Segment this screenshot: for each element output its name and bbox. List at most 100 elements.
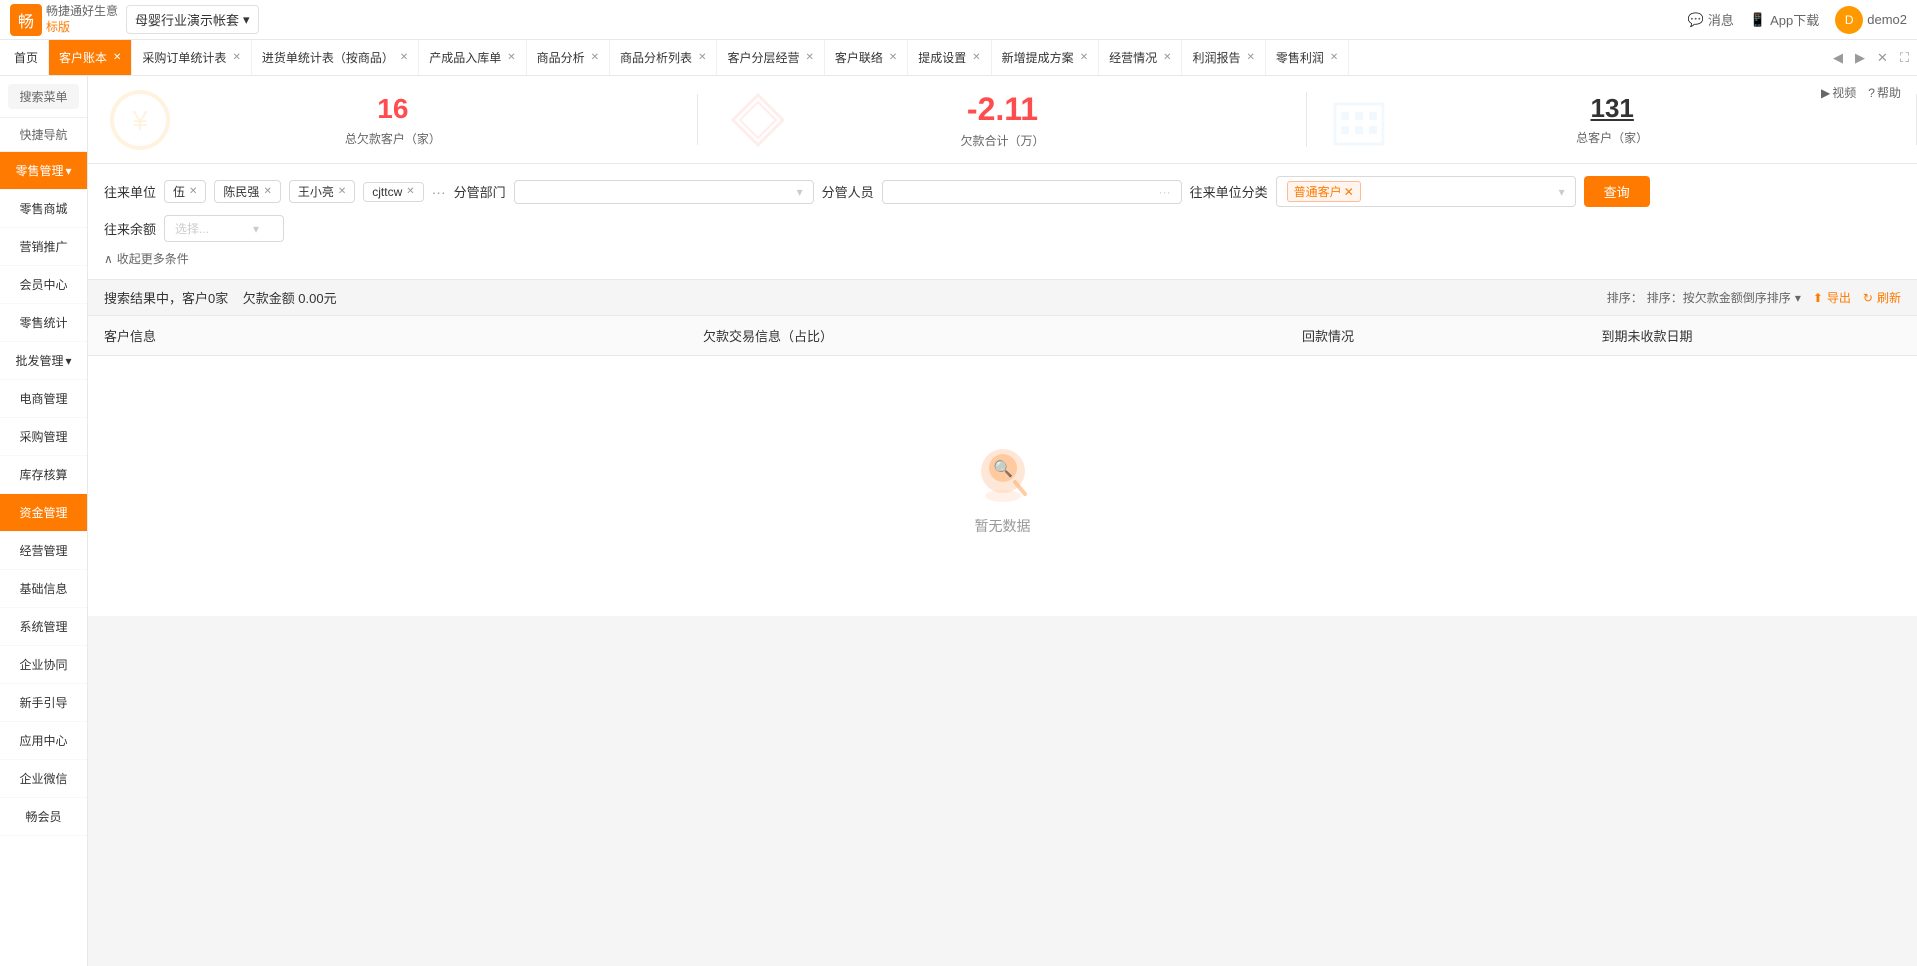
tab-close-icon[interactable]: ✕: [698, 52, 706, 63]
nav-tabs: 首页 客户账本 ✕ 采购订单统计表 ✕ 进货单统计表（按商品） ✕ 产成品入库单…: [0, 40, 1917, 76]
message-button[interactable]: 💬 消息: [1688, 10, 1734, 29]
person-selector[interactable]: ···: [882, 180, 1182, 204]
svg-text:🔍: 🔍: [993, 458, 1013, 478]
tab-customer-connect[interactable]: 客户联络 ✕: [825, 40, 908, 76]
unit-label: 往来单位: [104, 182, 156, 201]
refresh-button[interactable]: ↻ 刷新: [1863, 289, 1901, 306]
tab-close-icon[interactable]: ✕: [805, 52, 813, 63]
tag-close-chen[interactable]: ✕: [263, 186, 271, 197]
filter-tag-chen: 陈民强 ✕: [214, 180, 280, 203]
tab-close-icon[interactable]: ✕: [113, 52, 121, 63]
sidebar-item-wholesale-mgmt[interactable]: 批发管理 ▾: [0, 342, 87, 380]
tag-close-cjttcw[interactable]: ✕: [406, 186, 414, 197]
sidebar-item-basic-info[interactable]: 基础信息: [0, 570, 87, 608]
sidebar-item-member-center[interactable]: 会员中心: [0, 266, 87, 304]
tab-home[interactable]: 首页: [4, 40, 49, 76]
unit-category-selector[interactable]: 普通客户 ✕ ▾: [1276, 176, 1576, 207]
nav-next-icon[interactable]: ▶: [1851, 46, 1869, 70]
sidebar-item-ecommerce-mgmt[interactable]: 电商管理: [0, 380, 87, 418]
nav-close-all-icon[interactable]: ✕: [1873, 46, 1892, 70]
tab-close-icon[interactable]: ✕: [232, 52, 240, 63]
chevron-down-icon: ▾: [65, 164, 71, 178]
empty-state-text: 暂无数据: [975, 516, 1031, 536]
tab-close-icon[interactable]: ✕: [972, 52, 980, 63]
tab-close-icon[interactable]: ✕: [400, 52, 408, 63]
balance-label: 往来余额: [104, 219, 156, 238]
tab-close-icon[interactable]: ✕: [591, 52, 599, 63]
tab-product-analysis-list[interactable]: 商品分析列表 ✕: [610, 40, 717, 76]
sidebar-item-inventory[interactable]: 库存核算: [0, 456, 87, 494]
filter-tag-wu: 伍 ✕: [164, 180, 206, 203]
sidebar-item-enterprise-coop[interactable]: 企业协同: [0, 646, 87, 684]
tab-close-icon[interactable]: ✕: [1080, 52, 1088, 63]
tab-new-achievement[interactable]: 新增提成方案 ✕: [992, 40, 1099, 76]
nav-prev-icon[interactable]: ◀: [1829, 46, 1847, 70]
filter-tag-wang: 王小亮 ✕: [289, 180, 355, 203]
dept-selector[interactable]: ▾: [514, 180, 814, 204]
sidebar-item-marketing[interactable]: 营销推广: [0, 228, 87, 266]
tab-product-in[interactable]: 产成品入库单 ✕: [419, 40, 526, 76]
tab-close-icon[interactable]: ✕: [1247, 52, 1255, 63]
nav-fullscreen-icon[interactable]: ⛶: [1896, 46, 1913, 70]
video-icon: ▶: [1821, 86, 1830, 100]
tab-close-icon[interactable]: ✕: [507, 52, 515, 63]
balance-selector[interactable]: 选择... ▾: [164, 215, 284, 242]
table-header-customer-info: 客户信息: [104, 326, 703, 345]
video-button[interactable]: ▶ 视频: [1821, 84, 1856, 101]
sidebar-item-capital-mgmt[interactable]: 资金管理: [0, 494, 87, 532]
app-download-button[interactable]: 📱 App下载: [1750, 10, 1819, 29]
tab-close-icon[interactable]: ✕: [1163, 52, 1171, 63]
sidebar-item-new-guide[interactable]: 新手引导: [0, 684, 87, 722]
sort-selector[interactable]: 排序： 排序：按欠款金额倒序排序 ▾: [1607, 289, 1801, 306]
tag-close-wu[interactable]: ✕: [189, 186, 197, 197]
tab-prompt-settings[interactable]: 提成设置 ✕: [908, 40, 991, 76]
phone-icon: 📱: [1750, 12, 1766, 28]
table-header-repay-status: 回款情况: [1302, 326, 1602, 345]
query-button[interactable]: 查询: [1584, 176, 1650, 207]
sidebar-quick-nav[interactable]: 快捷导航: [0, 118, 87, 152]
store-selector[interactable]: 母婴行业演示帐套 ▾: [126, 5, 259, 34]
collapse-button[interactable]: ∧ 收起更多条件: [104, 250, 189, 267]
tab-customer-segment[interactable]: 客户分层经营 ✕: [717, 40, 824, 76]
sidebar-item-ops-mgmt[interactable]: 经营管理: [0, 532, 87, 570]
logo-icon: 畅: [10, 4, 42, 36]
export-button[interactable]: ⬆ 导出: [1813, 289, 1851, 306]
stat-bg-building-icon: [1327, 88, 1391, 152]
sidebar-item-enterprise-wechat[interactable]: 企业微信: [0, 760, 87, 798]
sidebar-item-retail-mall[interactable]: 零售商城: [0, 190, 87, 228]
sidebar-item-app-center[interactable]: 应用中心: [0, 722, 87, 760]
top-bar-right: 💬 消息 📱 App下载 D demo2: [1688, 6, 1907, 34]
tab-stock-stats[interactable]: 进货单统计表（按商品） ✕: [252, 40, 419, 76]
stat-debt-total: -2.11 欠款合计（万）: [698, 76, 1308, 165]
tab-customer-account[interactable]: 客户账本 ✕: [49, 40, 132, 76]
tag-close-wang[interactable]: ✕: [338, 186, 346, 197]
filter-more-tags[interactable]: ···: [432, 184, 446, 200]
tab-close-icon[interactable]: ✕: [889, 52, 897, 63]
sidebar-item-system-mgmt[interactable]: 系统管理: [0, 608, 87, 646]
tab-product-analysis[interactable]: 商品分析 ✕: [527, 40, 610, 76]
tab-retail-profit[interactable]: 零售利润 ✕: [1266, 40, 1349, 76]
tab-purchase-order[interactable]: 采购订单统计表 ✕: [132, 40, 251, 76]
more-icon: ···: [1159, 185, 1171, 199]
chevron-down-icon: ▾: [243, 12, 250, 28]
top-bar: 畅 畅捷通好生意 标版 母婴行业演示帐套 ▾ 💬 消息 📱 App下载 D de…: [0, 0, 1917, 40]
sidebar-item-purchase-mgmt[interactable]: 采购管理: [0, 418, 87, 456]
avatar: D: [1835, 6, 1863, 34]
data-table: 客户信息 欠款交易信息（占比） 回款情况 到期未收款日期 🔍 暂无数据: [88, 316, 1917, 616]
filter-row-1: 往来单位 伍 ✕ 陈民强 ✕ 王小亮 ✕ cjttcw ✕ ···: [104, 176, 1901, 207]
sidebar-item-chang-member[interactable]: 畅会员: [0, 798, 87, 836]
unit-category-tag-close[interactable]: ✕: [1344, 185, 1354, 199]
svg-text:¥: ¥: [131, 105, 148, 136]
tab-operations[interactable]: 经营情况 ✕: [1099, 40, 1182, 76]
sidebar-item-retail-mgmt[interactable]: 零售管理 ▾: [0, 152, 87, 190]
user-menu[interactable]: D demo2: [1835, 6, 1907, 34]
stat-debt-customers-value: 16: [345, 92, 441, 126]
sidebar-item-retail-stats[interactable]: 零售统计: [0, 304, 87, 342]
tab-close-icon[interactable]: ✕: [1330, 52, 1338, 63]
empty-state-icon: 🔍: [963, 436, 1043, 516]
help-button[interactable]: ? 帮助: [1868, 84, 1901, 101]
search-menu-button[interactable]: 搜索菜单: [8, 84, 79, 109]
result-actions: 排序： 排序：按欠款金额倒序排序 ▾ ⬆ 导出 ↻ 刷新: [1607, 289, 1901, 306]
dept-label: 分管部门: [454, 182, 506, 201]
tab-profit-report[interactable]: 利润报告 ✕: [1182, 40, 1265, 76]
